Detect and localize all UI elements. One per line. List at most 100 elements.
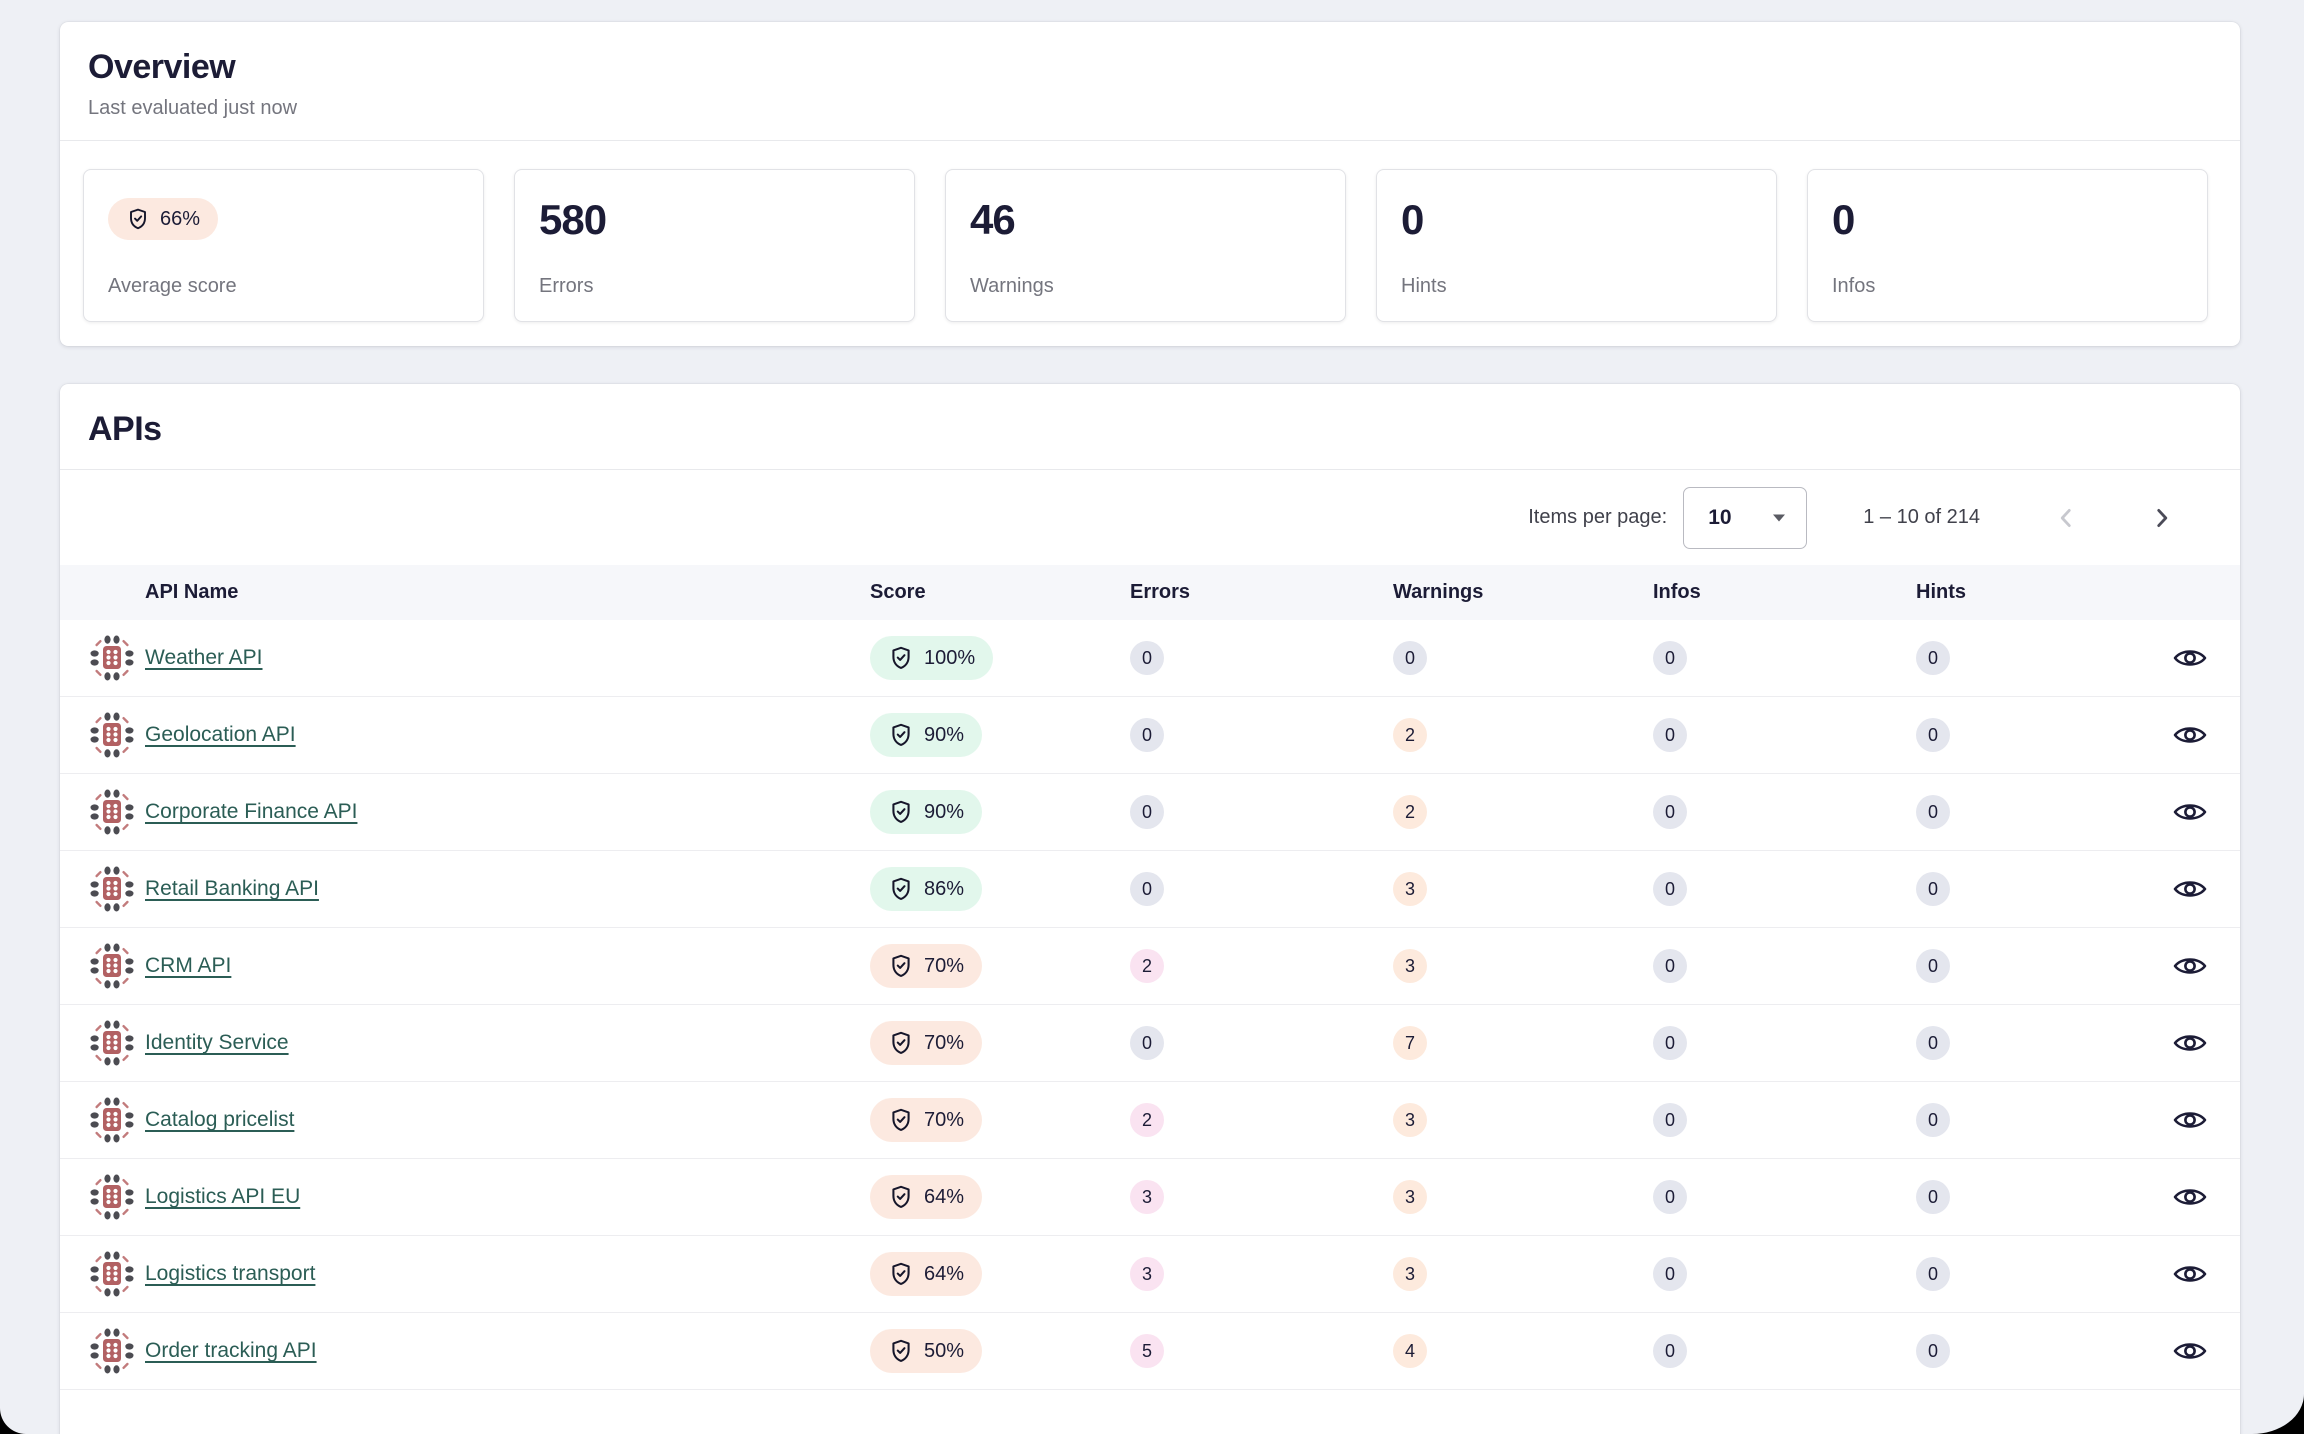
api-identicon (88, 1250, 136, 1298)
infos-badge: 0 (1653, 1026, 1687, 1060)
table-row: Retail Banking API 86% 0 3 0 0 (60, 851, 2240, 928)
score-value: 64% (924, 1186, 964, 1209)
infos-badge: 0 (1653, 1334, 1687, 1368)
next-page-button[interactable] (2140, 496, 2184, 540)
score-value: 50% (924, 1340, 964, 1363)
api-name-link[interactable]: Geolocation API (145, 723, 296, 747)
infos-badge: 0 (1653, 1103, 1687, 1137)
hints-badge: 0 (1916, 949, 1950, 983)
errors-badge: 0 (1130, 872, 1164, 906)
api-name-link[interactable]: Order tracking API (145, 1339, 317, 1363)
score-badge: 50% (870, 1329, 982, 1373)
pagination-range-label: 1 – 10 of 214 (1863, 506, 1980, 529)
table-row: Logistics API EU 64% 3 3 0 0 (60, 1159, 2240, 1236)
items-per-page-value: 10 (1708, 506, 1731, 530)
eye-icon (2172, 1030, 2208, 1056)
score-badge: 90% (870, 790, 982, 834)
score-value: 70% (924, 1109, 964, 1132)
warnings-badge: 2 (1393, 718, 1427, 752)
view-api-button[interactable] (2168, 1177, 2212, 1217)
api-name-link[interactable]: Retail Banking API (145, 877, 319, 901)
table-header-row: API Name Score Errors Warnings Infos Hin… (60, 565, 2240, 620)
errors-badge: 0 (1130, 641, 1164, 675)
shield-check-icon (888, 1107, 914, 1133)
api-name-link[interactable]: CRM API (145, 954, 231, 978)
score-value: 90% (924, 801, 964, 824)
infos-badge: 0 (1653, 872, 1687, 906)
errors-badge: 0 (1130, 795, 1164, 829)
shield-check-icon (888, 1184, 914, 1210)
hints-badge: 0 (1916, 641, 1950, 675)
infos-badge: 0 (1653, 1257, 1687, 1291)
api-identicon (88, 1096, 136, 1144)
chevron-right-icon (2149, 505, 2175, 531)
stat-value: 580 (539, 198, 890, 242)
average-score-value: 66% (160, 208, 200, 231)
api-name-link[interactable]: Logistics API EU (145, 1185, 300, 1209)
eye-icon (2172, 722, 2208, 748)
eye-icon (2172, 1107, 2208, 1133)
eye-icon (2172, 876, 2208, 902)
errors-badge: 2 (1130, 949, 1164, 983)
column-header-errors: Errors (1130, 581, 1393, 604)
table-row: Identity Service 70% 0 7 0 0 (60, 1005, 2240, 1082)
view-api-button[interactable] (2168, 1254, 2212, 1294)
view-api-button[interactable] (2168, 792, 2212, 832)
warnings-badge: 2 (1393, 795, 1427, 829)
warnings-badge: 3 (1393, 872, 1427, 906)
api-identicon (88, 788, 136, 836)
api-identicon (88, 1019, 136, 1067)
eye-icon (2172, 1184, 2208, 1210)
hints-badge: 0 (1916, 718, 1950, 752)
api-name-link[interactable]: Weather API (145, 646, 263, 670)
api-identicon (88, 634, 136, 682)
stat-value: 0 (1401, 198, 1752, 242)
warnings-badge: 7 (1393, 1026, 1427, 1060)
api-identicon (88, 865, 136, 913)
eye-icon (2172, 953, 2208, 979)
view-api-button[interactable] (2168, 869, 2212, 909)
warnings-badge: 3 (1393, 1103, 1427, 1137)
score-value: 100% (924, 647, 975, 670)
chevron-left-icon (2053, 505, 2079, 531)
apis-card: APIs Items per page: 10 1 – 10 of 214 (60, 384, 2240, 1434)
score-badge: 70% (870, 944, 982, 988)
score-badge: 64% (870, 1175, 982, 1219)
view-api-button[interactable] (2168, 1100, 2212, 1140)
stat-card-infos: 0 Infos (1807, 169, 2208, 322)
table-row: Logistics transport 64% 3 3 0 0 (60, 1236, 2240, 1313)
average-score-badge: 66% (108, 198, 218, 240)
errors-badge: 3 (1130, 1257, 1164, 1291)
eye-icon (2172, 1338, 2208, 1364)
shield-check-icon (888, 722, 914, 748)
column-header-score: Score (870, 581, 1130, 604)
items-per-page-select[interactable]: 10 (1683, 487, 1807, 549)
api-name-link[interactable]: Logistics transport (145, 1262, 315, 1286)
previous-page-button[interactable] (2044, 496, 2088, 540)
shield-check-icon (888, 876, 914, 902)
api-name-link[interactable]: Identity Service (145, 1031, 289, 1055)
items-per-page-label: Items per page: (1528, 506, 1667, 529)
table-row: Weather API 100% 0 0 0 0 (60, 620, 2240, 697)
view-api-button[interactable] (2168, 1331, 2212, 1371)
page-background: Overview Last evaluated just now 66% Ave… (0, 0, 2304, 1434)
hints-badge: 0 (1916, 1334, 1950, 1368)
api-name-link[interactable]: Corporate Finance API (145, 800, 357, 824)
view-api-button[interactable] (2168, 1023, 2212, 1063)
errors-badge: 0 (1130, 718, 1164, 752)
column-header-hints: Hints (1916, 581, 2116, 604)
score-badge: 64% (870, 1252, 982, 1296)
score-value: 90% (924, 724, 964, 747)
view-api-button[interactable] (2168, 638, 2212, 678)
infos-badge: 0 (1653, 795, 1687, 829)
view-api-button[interactable] (2168, 946, 2212, 986)
score-badge: 90% (870, 713, 982, 757)
score-value: 64% (924, 1263, 964, 1286)
column-header-infos: Infos (1653, 581, 1916, 604)
api-name-link[interactable]: Catalog pricelist (145, 1108, 294, 1132)
infos-badge: 0 (1653, 949, 1687, 983)
view-api-button[interactable] (2168, 715, 2212, 755)
errors-badge: 3 (1130, 1180, 1164, 1214)
score-value: 70% (924, 1032, 964, 1055)
dropdown-arrow-icon (1772, 513, 1786, 523)
